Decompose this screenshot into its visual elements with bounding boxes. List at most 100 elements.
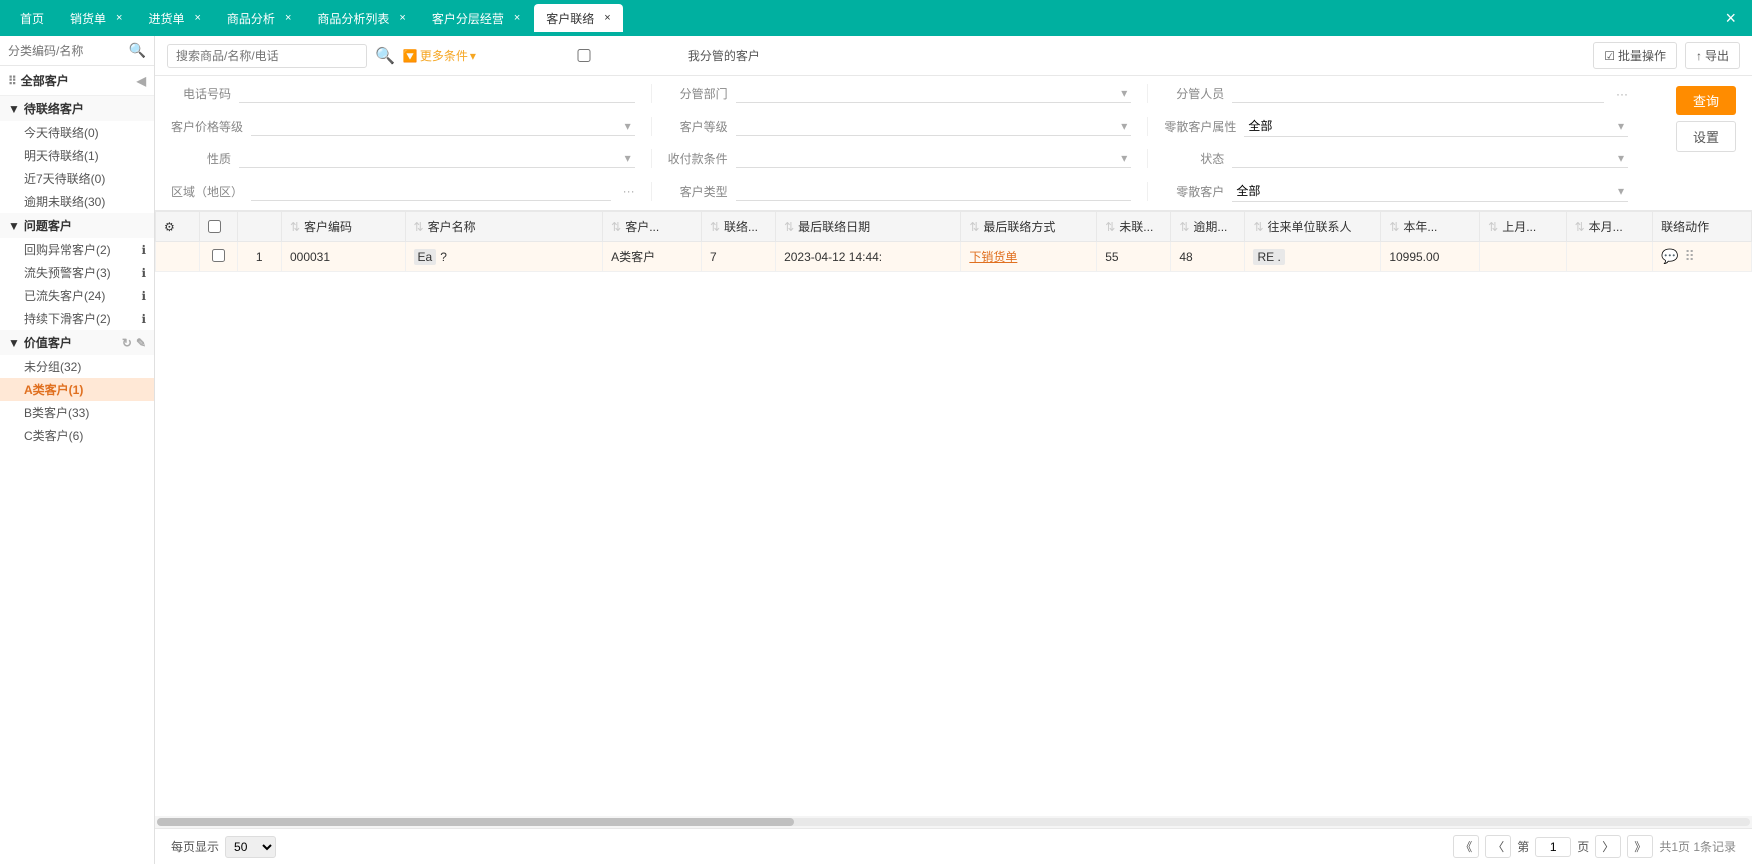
col-last-contact-date-header[interactable]: ⇅ 最后联络日期 — [776, 212, 961, 242]
col-customer-code-header[interactable]: ⇅ 客户编码 — [281, 212, 405, 242]
retail-attr-select[interactable]: 全部 ▾ — [1244, 115, 1628, 137]
col-customer-type-header[interactable]: ⇅ 客户... — [603, 212, 702, 242]
sidebar-section-problem-customers[interactable]: ▼ 问题客户 — [0, 213, 154, 238]
sidebar-section-pending-contact[interactable]: ▼ 待联络客户 — [0, 96, 154, 121]
col-last-contact-method-header[interactable]: ⇅ 最后联络方式 — [961, 212, 1097, 242]
value-edit-icon[interactable]: ✎ — [136, 336, 146, 350]
person-dots-icon[interactable]: ··· — [1616, 87, 1628, 101]
col-settings-header[interactable]: ⚙ — [156, 212, 200, 242]
advanced-filter-panel: 电话号码 分管部门 ▾ 分管人员 — [155, 76, 1752, 211]
tab-sales-close[interactable]: × — [116, 12, 122, 24]
col-this-year-header[interactable]: ⇅ 本年... — [1381, 212, 1480, 242]
region-input[interactable] — [251, 182, 611, 201]
col-contacts-header[interactable]: ⇅ 往来单位联系人 — [1245, 212, 1381, 242]
sidebar-item-a-class[interactable]: A类客户(1) — [0, 378, 154, 401]
person-input[interactable] — [1232, 84, 1604, 103]
page-size-select[interactable]: 50 10 20 100 — [225, 836, 276, 858]
dept-select[interactable]: ▾ — [736, 84, 1132, 103]
sidebar-item-today[interactable]: 今天待联络(0) — [0, 121, 154, 144]
sidebar-search-icon[interactable]: 🔍 — [129, 42, 146, 59]
col-checkbox-header[interactable] — [200, 212, 237, 242]
query-button[interactable]: 查询 — [1676, 86, 1736, 115]
tab-purchase-close[interactable]: × — [194, 12, 200, 24]
col-contact-header[interactable]: ⇅ 联络... — [701, 212, 775, 242]
cell-this-year: 10995.00 — [1381, 242, 1480, 272]
my-customers-checkbox[interactable] — [484, 49, 684, 62]
cust-level-select[interactable]: ▾ — [736, 117, 1132, 136]
nature-select[interactable]: ▾ — [239, 149, 635, 168]
sidebar-item-near7[interactable]: 近7天待联络(0) — [0, 167, 154, 190]
contact-action-more-icon[interactable]: ⠿ — [1685, 248, 1695, 265]
tab-customer-contact-close[interactable]: × — [604, 12, 610, 24]
export-button[interactable]: ↑ 导出 — [1685, 42, 1740, 69]
tab-customer-segment-close[interactable]: × — [514, 12, 520, 24]
sidebar-item-lost[interactable]: 已流失客户(24) ℹ — [0, 284, 154, 307]
phone-input[interactable] — [239, 84, 635, 103]
sidebar-all-customers[interactable]: ⠿ 全部客户 ◀ — [0, 66, 154, 96]
customer-table: ⚙ ⇅ — [155, 211, 1752, 272]
sidebar-item-tomorrow[interactable]: 明天待联络(1) — [0, 144, 154, 167]
sidebar-item-repurchase-abnormal[interactable]: 回购异常客户(2) ℹ — [0, 238, 154, 261]
settings-button[interactable]: 设置 — [1676, 121, 1736, 152]
search-button[interactable]: 🔍 — [375, 46, 395, 66]
last-contact-method-link[interactable]: 下销货单 — [969, 250, 1017, 264]
col-contact-action-header[interactable]: 联络动作 — [1653, 212, 1752, 242]
cell-last-contact-method[interactable]: 下销货单 — [961, 242, 1097, 272]
more-filter-button[interactable]: 🔽 更多条件 ▾ — [403, 47, 476, 64]
value-refresh-icon[interactable]: ↻ — [122, 336, 132, 350]
col-customer-name-header[interactable]: ⇅ 客户名称 — [405, 212, 603, 242]
current-page-input[interactable] — [1535, 837, 1571, 857]
price-level-select[interactable]: ▾ — [251, 117, 635, 136]
sort-icon-name: ⇅ — [414, 220, 424, 234]
tab-goods-analysis-close[interactable]: × — [285, 12, 291, 24]
col-no-contact-header[interactable]: ⇅ 未联... — [1097, 212, 1171, 242]
cell-checkbox[interactable] — [200, 242, 237, 272]
dept-label: 分管部门 — [668, 85, 728, 102]
sidebar-section-value-customers[interactable]: ▼ 价值客户 ↻ ✎ — [0, 330, 154, 355]
tab-goods-analysis-list[interactable]: 商品分析列表 × — [305, 4, 417, 32]
last-page-button[interactable]: 》 — [1627, 835, 1653, 858]
next-page-button[interactable]: 〉 — [1595, 835, 1621, 858]
sidebar-item-continuous-decline[interactable]: 持续下滑客户(2) ℹ — [0, 307, 154, 330]
sidebar-collapse-icon[interactable]: ◀ — [137, 74, 146, 88]
cust-type-input[interactable] — [736, 182, 1132, 201]
sidebar-item-lost-expected[interactable]: 流失预警客户(3) ℹ — [0, 261, 154, 284]
region-dots-icon[interactable]: ··· — [623, 184, 635, 198]
phone-label: 电话号码 — [171, 85, 231, 102]
prev-page-button[interactable]: 〈 — [1485, 835, 1511, 858]
scrollbar-thumb[interactable] — [157, 818, 794, 826]
window-close-button[interactable]: × — [1717, 8, 1744, 29]
sidebar-item-b-class[interactable]: B类客户(33) — [0, 401, 154, 424]
tab-goods-analysis-list-close[interactable]: × — [399, 12, 405, 24]
settings-icon[interactable]: ⚙ — [164, 220, 175, 234]
row-checkbox[interactable] — [212, 249, 225, 262]
sidebar-search-input[interactable] — [8, 44, 125, 58]
tab-customer-contact[interactable]: 客户联络 × — [534, 4, 622, 32]
col-overdue-header[interactable]: ⇅ 逾期... — [1171, 212, 1245, 242]
select-all-checkbox[interactable] — [208, 220, 221, 233]
col-no-contact-label: 未联... — [1119, 218, 1153, 235]
tab-home[interactable]: 首页 — [8, 4, 56, 32]
horizontal-scrollbar[interactable] — [155, 816, 1752, 828]
retail-cust-select[interactable]: 全部 ▾ — [1232, 180, 1628, 202]
first-page-button[interactable]: 《 — [1453, 835, 1479, 858]
tab-customer-segment[interactable]: 客户分层经营 × — [420, 4, 532, 32]
col-contacts-label: 往来单位联系人 — [1268, 218, 1352, 235]
col-customer-name-label: 客户名称 — [428, 218, 476, 235]
batch-op-button[interactable]: ☑ 批量操作 — [1593, 42, 1677, 69]
cell-customer-code: 000031 — [281, 242, 405, 272]
sidebar-item-unclassified[interactable]: 未分组(32) — [0, 355, 154, 378]
status-select[interactable]: ▾ — [1232, 149, 1628, 168]
contact-action-chat-icon[interactable]: 💬 — [1661, 248, 1678, 265]
tab-sales[interactable]: 销货单 × — [58, 4, 134, 32]
export-icon: ↑ — [1696, 49, 1702, 63]
sidebar-item-c-class[interactable]: C类客户(6) — [0, 424, 154, 447]
table-row: 1 000031 Ea? A类客户 7 2023-04-12 14:44: 下销… — [156, 242, 1752, 272]
search-input[interactable] — [167, 44, 367, 68]
sidebar-item-overdue[interactable]: 逾期未联络(30) — [0, 190, 154, 213]
tab-goods-analysis[interactable]: 商品分析 × — [215, 4, 303, 32]
payment-select[interactable]: ▾ — [736, 149, 1132, 168]
col-this-month-header[interactable]: ⇅ 本月... — [1566, 212, 1652, 242]
tab-purchase[interactable]: 进货单 × — [136, 4, 212, 32]
col-last-month-header[interactable]: ⇅ 上月... — [1480, 212, 1566, 242]
